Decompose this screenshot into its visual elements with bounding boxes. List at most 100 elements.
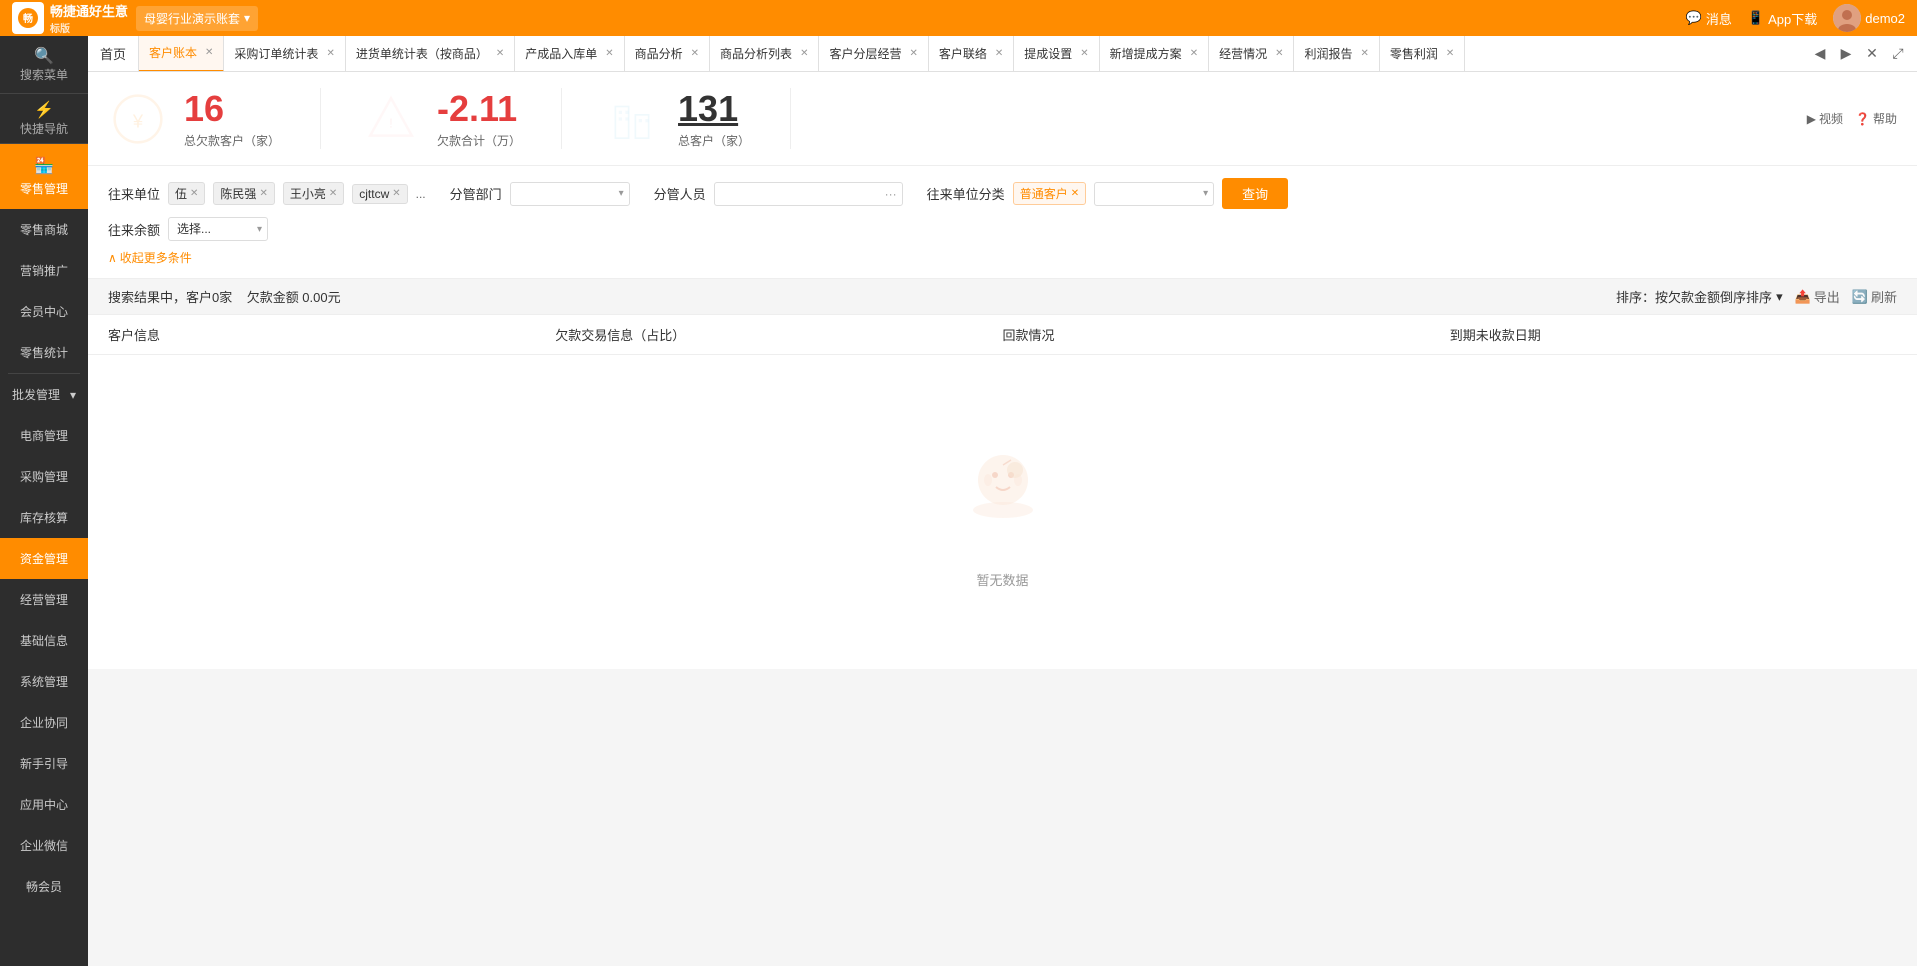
tab-operations-overview[interactable]: 经营情况 ✕ <box>1209 36 1294 72</box>
tab-home[interactable]: 首页 <box>88 36 139 71</box>
tab-maximize[interactable]: ⤢ <box>1887 43 1909 65</box>
video-help-button[interactable]: ▶ 视频 <box>1807 110 1843 127</box>
collapse-area: ∧ 收起更多条件 <box>108 249 1897 266</box>
sidebar-item-inventory[interactable]: 库存核算 <box>0 497 88 538</box>
debt-amount-label: 欠款合计（万） <box>437 132 521 149</box>
sidebar-item-system[interactable]: 系统管理 <box>0 661 88 702</box>
sidebar-item-app-center[interactable]: 应用中心 <box>0 784 88 825</box>
svg-text:¥: ¥ <box>132 110 144 131</box>
remove-tag-cjttcw[interactable]: ✕ <box>392 188 400 199</box>
filter-tag-category: 普通客户 ✕ <box>1013 182 1086 205</box>
sort-select[interactable]: 排序：按欠款金额倒序排序 ▾ <box>1616 287 1783 306</box>
messages-button[interactable]: 💬 消息 <box>1686 9 1732 28</box>
category-select-wrap <box>1094 182 1214 206</box>
building-icon <box>602 89 662 149</box>
stat-text-total2: 131 总客户（家） <box>678 88 750 149</box>
help-button[interactable]: ❓ 帮助 <box>1855 110 1897 127</box>
remove-tag-chen[interactable]: ✕ <box>259 188 267 199</box>
top-bar-right: 💬 消息 📱 App下载 demo2 <box>1686 4 1905 32</box>
remove-tag-wang[interactable]: ✕ <box>329 188 337 199</box>
filter-tag-chen: 陈民强 ✕ <box>213 182 274 205</box>
sidebar-item-retail-store[interactable]: 零售商城 <box>0 209 88 250</box>
tab-product-analysis[interactable]: 商品分析 ✕ <box>625 36 710 72</box>
debt-icon: ! <box>361 89 421 149</box>
tab-close-all[interactable]: ✕ <box>1861 43 1883 65</box>
tab-scroll-left[interactable]: ◀ <box>1809 43 1831 65</box>
sidebar-item-wechat[interactable]: 企业微信 <box>0 825 88 866</box>
col-debt-info: 欠款交易信息（占比） <box>555 325 1002 344</box>
tab-close-icon[interactable]: ✕ <box>909 48 917 59</box>
filter-tag-cjttcw: cjttcw ✕ <box>352 184 407 204</box>
collapse-button[interactable]: ∧ 收起更多条件 <box>108 249 1897 266</box>
data-table: 客户信息 欠款交易信息（占比） 回款情况 到期未收款日期 <box>88 315 1917 669</box>
tab-profit-report[interactable]: 利润报告 ✕ <box>1294 36 1379 72</box>
debt-amount-number: -2.11 <box>437 88 521 130</box>
remove-category-tag[interactable]: ✕ <box>1071 188 1079 199</box>
account-selector[interactable]: 母婴行业演示账套 ▾ <box>136 6 258 31</box>
tab-product-analysis-list[interactable]: 商品分析列表 ✕ <box>710 36 819 72</box>
tab-close-icon[interactable]: ✕ <box>691 48 699 59</box>
tab-close-icon[interactable]: ✕ <box>1275 48 1283 59</box>
sidebar-item-operations[interactable]: 经营管理 <box>0 579 88 620</box>
empty-text: 暂无数据 <box>976 570 1028 589</box>
sidebar-item-retail-mgmt[interactable]: 🏪 零售管理 <box>0 144 88 209</box>
tab-add-commission-plan[interactable]: 新增提成方案 ✕ <box>1100 36 1209 72</box>
sidebar-item-member[interactable]: 畅会员 <box>0 866 88 907</box>
chevron-down-icon: ▾ <box>244 11 250 25</box>
stat-total-customers2: 131 总客户（家） <box>602 88 791 149</box>
user-profile[interactable]: demo2 <box>1833 4 1905 32</box>
person-input[interactable] <box>714 182 903 206</box>
balance-select[interactable]: 选择... <box>168 217 268 241</box>
tab-stock-stats-by-product[interactable]: 进货单统计表（按商品） ✕ <box>346 36 515 72</box>
tab-customer-contact[interactable]: 客户联络 ✕ <box>929 36 1014 72</box>
tab-close-icon[interactable]: ✕ <box>1361 48 1369 59</box>
sidebar-item-wholesale[interactable]: 批发管理 ▾ <box>0 374 88 415</box>
sidebar-item-basic-info[interactable]: 基础信息 <box>0 620 88 661</box>
sidebar-item-marketing[interactable]: 营销推广 <box>0 250 88 291</box>
refresh-button[interactable]: 🔄 刷新 <box>1852 287 1897 306</box>
app-download-button[interactable]: 📱 App下载 <box>1748 9 1817 28</box>
tab-close-icon[interactable]: ✕ <box>1446 48 1454 59</box>
svg-text:!: ! <box>389 115 393 130</box>
remove-tag-wu[interactable]: ✕ <box>190 188 198 199</box>
tab-close-icon[interactable]: ✕ <box>1080 48 1088 59</box>
sidebar-item-member-center[interactable]: 会员中心 <box>0 291 88 332</box>
tab-close-icon[interactable]: ✕ <box>605 48 613 59</box>
tab-purchase-order-stats[interactable]: 采购订单统计表 ✕ <box>224 36 345 72</box>
category-select[interactable] <box>1094 182 1214 206</box>
stat-text-debt: -2.11 欠款合计（万） <box>437 88 521 149</box>
results-bar: 搜索结果中，客户0家 欠款金额 0.00元 排序：按欠款金额倒序排序 ▾ 📤 导… <box>88 279 1917 315</box>
tab-finished-goods[interactable]: 产成品入库单 ✕ <box>515 36 624 72</box>
col-customer-info: 客户信息 <box>108 325 555 344</box>
sidebar-item-enterprise-collab[interactable]: 企业协同 <box>0 702 88 743</box>
query-button[interactable]: 查询 <box>1222 178 1288 209</box>
tab-close-icon[interactable]: ✕ <box>800 48 808 59</box>
filter-row-1: 往来单位 伍 ✕ 陈民强 ✕ 王小亮 ✕ <box>108 178 1897 209</box>
sidebar-item-retail-stats[interactable]: 零售统计 <box>0 332 88 373</box>
tab-scroll-right[interactable]: ▶ <box>1835 43 1857 65</box>
sidebar-item-capital[interactable]: 资金管理 <box>0 538 88 579</box>
sidebar-search[interactable]: 🔍 搜索菜单 <box>0 36 88 94</box>
tab-commission-settings[interactable]: 提成设置 ✕ <box>1014 36 1099 72</box>
tab-customer-ledger[interactable]: 客户账本 ✕ <box>139 36 224 72</box>
tab-close-icon[interactable]: ✕ <box>326 48 334 59</box>
tab-close-icon[interactable]: ✕ <box>496 48 504 59</box>
empty-illustration <box>953 435 1053 554</box>
more-tags-button[interactable]: ... <box>416 187 426 201</box>
tab-close-icon[interactable]: ✕ <box>1190 48 1198 59</box>
sidebar-item-guide[interactable]: 新手引导 <box>0 743 88 784</box>
sidebar-quick-nav[interactable]: ⚡ 快捷导航 <box>0 94 88 144</box>
sidebar-item-ecommerce[interactable]: 电商管理 <box>0 415 88 456</box>
tab-close-icon[interactable]: ✕ <box>995 48 1003 59</box>
tab-retail-profit[interactable]: 零售利润 ✕ <box>1380 36 1465 72</box>
tab-customer-tier[interactable]: 客户分层经营 ✕ <box>819 36 928 72</box>
sidebar-item-purchase[interactable]: 采购管理 <box>0 456 88 497</box>
export-button[interactable]: 📤 导出 <box>1795 287 1840 306</box>
total-customers2-number: 131 <box>678 88 750 130</box>
customers-icon: ¥ <box>108 89 168 149</box>
content-area: 首页 客户账本 ✕ 采购订单统计表 ✕ 进货单统计表（按商品） ✕ 产成品入库单… <box>88 36 1917 966</box>
dept-select[interactable] <box>510 182 630 206</box>
tab-close-icon[interactable]: ✕ <box>205 47 213 58</box>
svg-text:畅: 畅 <box>23 12 33 25</box>
sort-chevron-icon: ▾ <box>1776 289 1783 305</box>
